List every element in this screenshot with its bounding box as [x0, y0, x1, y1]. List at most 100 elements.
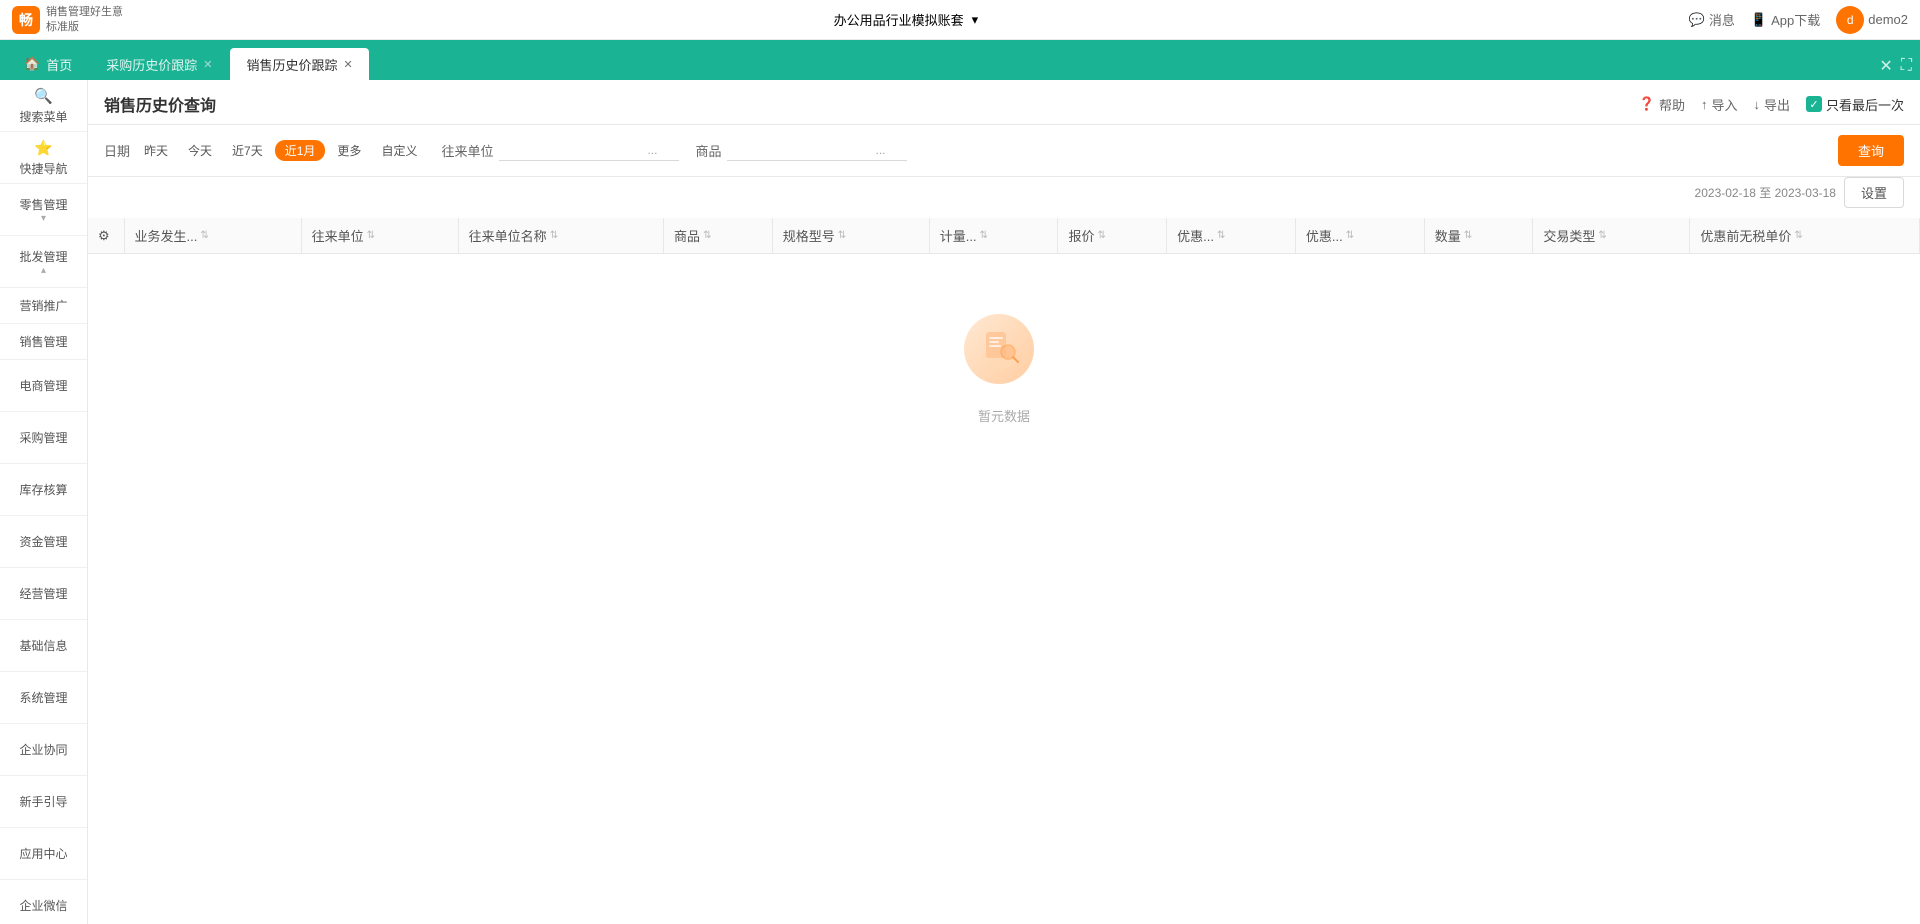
empty-state: 暂元数据: [88, 254, 1920, 485]
filter-actions: 查询: [1838, 135, 1904, 166]
close-all-tabs-button[interactable]: ✕: [1879, 56, 1892, 76]
sort-icon-cp-code: ⇅: [367, 230, 375, 241]
export-button[interactable]: ↓ 导出: [1753, 95, 1790, 114]
user-avatar[interactable]: d demo2: [1836, 6, 1908, 34]
home-icon: 🏠: [24, 56, 40, 72]
col-counterparty-code[interactable]: 往来单位 ⇅: [301, 218, 458, 254]
close-tab-purchase-icon[interactable]: ✕: [203, 58, 212, 71]
filter-row-2: 2023-02-18 至 2023-03-18 设置: [88, 177, 1920, 218]
col-quantity[interactable]: 数量 ⇅: [1424, 218, 1533, 254]
avatar: d: [1836, 6, 1864, 34]
filter-bar: 日期 昨天 今天 近7天 近1月 更多 自定义 往来单位 ...: [88, 125, 1920, 177]
date-btn-more[interactable]: 更多: [329, 140, 369, 161]
tab-sales-history[interactable]: 销售历史价跟踪 ✕: [230, 48, 368, 80]
sidebar-item-marketing[interactable]: 营销推广: [0, 288, 87, 324]
product-input-wrapper: ...: [727, 141, 907, 161]
import-icon: ↑: [1701, 97, 1708, 112]
date-btn-custom[interactable]: 自定义: [373, 140, 425, 161]
help-button[interactable]: ❓ 帮助: [1639, 95, 1685, 114]
sidebar-item-ecom[interactable]: 电商管理: [0, 360, 87, 412]
content-area: 销售历史价查询 ❓ 帮助 ↑ 导入 ↓ 导出 ✓: [88, 80, 1920, 924]
top-bar-right: 💬 消息 📱 App下载 d demo2: [1689, 6, 1908, 34]
sidebar-item-search-menu[interactable]: 🔍 搜索菜单: [0, 80, 87, 132]
chevron-down-icon: ▾: [972, 12, 979, 28]
close-tab-sales-icon[interactable]: ✕: [343, 58, 352, 71]
import-button[interactable]: ↑ 导入: [1701, 95, 1738, 114]
empty-svg: [974, 324, 1024, 374]
col-product[interactable]: 商品 ⇅: [664, 218, 773, 254]
help-icon: ❓: [1639, 96, 1655, 112]
date-range-display: 2023-02-18 至 2023-03-18: [1695, 184, 1836, 201]
page-title: 销售历史价查询: [104, 92, 216, 116]
empty-visual: [964, 314, 1034, 384]
col-discount2[interactable]: 优惠... ⇅: [1295, 218, 1424, 254]
maximize-button[interactable]: ⛶: [1901, 57, 1912, 75]
sort-icon-pretax: ⇅: [1794, 230, 1802, 241]
sidebar-item-guide[interactable]: 新手引导: [0, 776, 87, 828]
counterparty-dots[interactable]: ...: [647, 143, 657, 157]
date-btn-7days[interactable]: 近7天: [224, 140, 271, 161]
date-label: 日期: [104, 141, 130, 160]
date-btn-today[interactable]: 今天: [180, 140, 220, 161]
sidebar-item-retail[interactable]: 零售管理 ▾: [0, 184, 87, 236]
tab-purchase-history[interactable]: 采购历史价跟踪 ✕: [90, 48, 228, 80]
empty-icon: [964, 314, 1044, 394]
col-biz-date[interactable]: 业务发生... ⇅: [124, 218, 301, 254]
only-last-checkbox[interactable]: ✓ 只看最后一次: [1806, 95, 1904, 114]
col-unit[interactable]: 计量... ⇅: [929, 218, 1058, 254]
sidebar-item-quick-nav[interactable]: ⭐ 快捷导航: [0, 132, 87, 184]
data-table: ⚙ 业务发生... ⇅ 往来单位: [88, 218, 1920, 254]
sidebar-item-finance[interactable]: 资金管理: [0, 516, 87, 568]
counterparty-filter-group: 往来单位 ...: [441, 141, 679, 161]
product-filter-group: 商品 ...: [695, 141, 907, 161]
tab-home[interactable]: 🏠 首页: [8, 48, 88, 80]
workspace-selector[interactable]: 办公用品行业模拟账套 ▾: [834, 10, 979, 29]
search-icon: 🔍: [34, 87, 53, 105]
empty-text: 暂元数据: [978, 406, 1030, 425]
chevron-icon-2: ▴: [41, 265, 46, 276]
download-icon: 📱: [1751, 12, 1767, 28]
settings-button[interactable]: 设置: [1844, 177, 1904, 208]
sidebar: 🔍 搜索菜单 ⭐ 快捷导航 零售管理 ▾ 批发管理 ▴ 营销推广 销售管理 电商…: [0, 80, 88, 924]
counterparty-input[interactable]: [503, 143, 643, 158]
query-button[interactable]: 查询: [1838, 135, 1904, 166]
app-download-button[interactable]: 📱 App下载: [1751, 10, 1820, 29]
page-header: 销售历史价查询 ❓ 帮助 ↑ 导入 ↓ 导出 ✓: [88, 80, 1920, 125]
sidebar-item-app-center[interactable]: 应用中心: [0, 828, 87, 880]
sidebar-item-inventory[interactable]: 库存核算: [0, 464, 87, 516]
sort-icon-disc2: ⇅: [1346, 230, 1354, 241]
top-bar-left: 畅 销售管理好生意 标准版: [12, 5, 123, 34]
date-btn-yesterday[interactable]: 昨天: [136, 140, 176, 161]
top-bar: 畅 销售管理好生意 标准版 办公用品行业模拟账套 ▾ 💬 消息 📱 App下载 …: [0, 0, 1920, 40]
page-content: 销售历史价查询 ❓ 帮助 ↑ 导入 ↓ 导出 ✓: [88, 80, 1920, 924]
col-pre-tax-price[interactable]: 优惠前无税单价 ⇅: [1690, 218, 1920, 254]
sort-icon-qprice: ⇅: [1098, 230, 1106, 241]
col-spec[interactable]: 规格型号 ⇅: [772, 218, 929, 254]
col-discount1[interactable]: 优惠... ⇅: [1167, 218, 1296, 254]
sort-icon-unit: ⇅: [980, 230, 988, 241]
tabs-right-actions: ✕ ⛶: [1879, 56, 1912, 80]
sort-icon-product: ⇅: [703, 230, 711, 241]
sidebar-item-basic-info[interactable]: 基础信息: [0, 620, 87, 672]
col-quoted-price[interactable]: 报价 ⇅: [1058, 218, 1167, 254]
date-options: 昨天 今天 近7天 近1月 更多 自定义: [136, 140, 425, 161]
message-button[interactable]: 💬 消息: [1689, 10, 1735, 29]
sidebar-item-wechat[interactable]: 企业微信: [0, 880, 87, 924]
sidebar-item-sales-mgmt[interactable]: 销售管理: [0, 324, 87, 360]
sort-icon-disc1: ⇅: [1217, 230, 1225, 241]
col-settings[interactable]: ⚙: [88, 218, 124, 254]
date-btn-1month[interactable]: 近1月: [275, 140, 326, 161]
sidebar-item-sys-mgmt[interactable]: 系统管理: [0, 672, 87, 724]
sidebar-item-wholesale[interactable]: 批发管理 ▴: [0, 236, 87, 288]
logo: 畅 销售管理好生意 标准版: [12, 5, 123, 34]
product-label: 商品: [695, 141, 721, 160]
chevron-icon: ▾: [41, 213, 46, 224]
sort-icon-spec: ⇅: [838, 230, 846, 241]
sidebar-item-purchase[interactable]: 采购管理: [0, 412, 87, 464]
col-counterparty-name[interactable]: 往来单位名称 ⇅: [458, 218, 663, 254]
sidebar-item-operations[interactable]: 经营管理: [0, 568, 87, 620]
product-input[interactable]: [731, 143, 871, 158]
product-dots[interactable]: ...: [875, 143, 885, 157]
sidebar-item-enterprise[interactable]: 企业协同: [0, 724, 87, 776]
col-trade-type[interactable]: 交易类型 ⇅: [1533, 218, 1690, 254]
